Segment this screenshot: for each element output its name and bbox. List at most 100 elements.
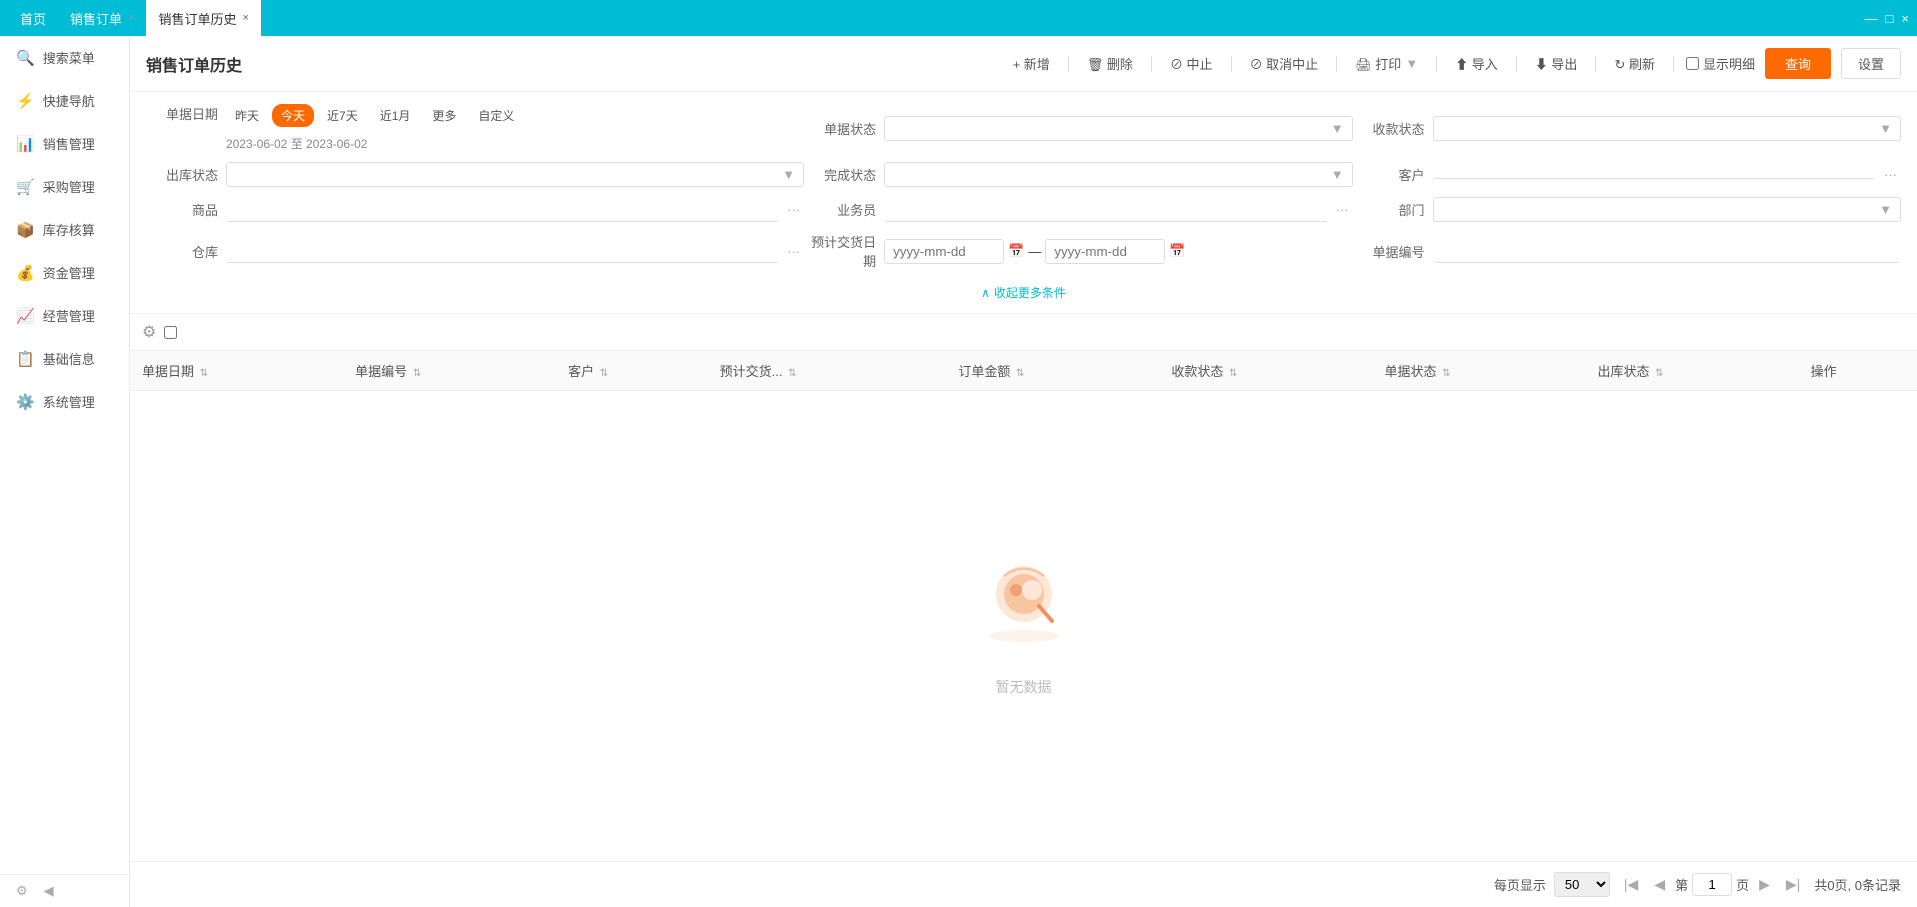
out-status-select[interactable]: ▼ (226, 162, 804, 187)
out-status-arrow: ▼ (782, 167, 795, 182)
divider2 (1151, 56, 1152, 72)
date-btn-yesterday[interactable]: 昨天 (226, 104, 268, 127)
sidebar-item-base-info[interactable]: 📋 基础信息 (0, 337, 129, 380)
window-minimize[interactable]: — (1865, 11, 1878, 26)
date-btn-7days[interactable]: 近7天 (318, 104, 367, 127)
order-status-arrow: ▼ (1331, 121, 1344, 136)
sidebar-item-purchase-mgmt[interactable]: 🛒 采购管理 (0, 165, 129, 208)
per-page-select[interactable]: 50 100 200 (1554, 872, 1610, 897)
delete-button[interactable]: 🗑 删除 (1081, 50, 1139, 77)
print-dropdown-icon[interactable]: ▼ (1405, 56, 1418, 71)
purchase-mgmt-icon: 🛒 (16, 178, 35, 196)
sidebar-item-finance[interactable]: 💰 资金管理 (0, 251, 129, 294)
sort-date-icon[interactable]: ⇅ (200, 368, 208, 379)
product-more-icon[interactable]: ··· (783, 202, 804, 217)
page-number-input[interactable] (1692, 873, 1732, 896)
divider8 (1673, 56, 1674, 72)
table-footer: 每页显示 50 100 200 |◀ ◀ 第 页 ▶ ▶| 共0页, 0条记录 (130, 861, 1917, 907)
col-date: 单据日期 ⇅ (130, 351, 343, 391)
search-menu-icon: 🔍 (16, 49, 35, 67)
setting-button[interactable]: 设置 (1841, 48, 1901, 79)
table-header: 单据日期 ⇅ 单据编号 ⇅ 客户 ⇅ 预计交货... (130, 351, 1917, 391)
order-status-select[interactable]: ▼ (884, 116, 1352, 141)
sort-order-status-icon[interactable]: ⇅ (1442, 368, 1450, 379)
sales-person-more-icon[interactable]: ··· (1332, 202, 1353, 217)
collapse-button[interactable]: ∧ 收起更多条件 (981, 284, 1066, 301)
dept-select[interactable]: ▼ (1433, 197, 1901, 222)
import-button[interactable]: ⬆ 导入 (1449, 50, 1504, 77)
close-tab-sales-order[interactable]: × (128, 12, 134, 24)
sidebar-collapse-icon[interactable]: ◀ (44, 883, 54, 899)
sidebar-item-search-menu[interactable]: 🔍 搜索菜单 (0, 36, 129, 79)
next-page-button[interactable]: ▶ (1753, 874, 1776, 895)
order-status-label: 单据状态 (804, 119, 884, 138)
date-btn-1month[interactable]: 近1月 (371, 104, 420, 127)
select-all-checkbox[interactable] (164, 326, 177, 339)
window-close[interactable]: × (1901, 11, 1909, 26)
sort-pay-status-icon[interactable]: ⇅ (1229, 368, 1237, 379)
sales-person-input[interactable] (884, 198, 1327, 222)
date-btn-more[interactable]: 更多 (423, 104, 465, 127)
last-page-button[interactable]: ▶| (1780, 874, 1806, 895)
filter-row-4: 仓库 ··· 预计交货日期 📅 — 📅 (146, 232, 1901, 270)
sort-out-status-icon[interactable]: ⇅ (1655, 368, 1663, 379)
prev-page-button[interactable]: ◀ (1648, 874, 1671, 895)
product-input[interactable] (226, 198, 779, 222)
query-button[interactable]: 查询 (1765, 48, 1831, 79)
sort-delivery-icon[interactable]: ⇅ (788, 368, 796, 379)
cancel-stop-button[interactable]: ⊘ 取消中止 (1244, 50, 1325, 77)
complete-status-select[interactable]: ▼ (884, 162, 1352, 187)
sidebar-item-sys-mgmt[interactable]: ⚙️ 系统管理 (0, 380, 129, 423)
print-button[interactable]: 🖨 打印 ▼ (1349, 50, 1424, 77)
table-toolbar: ⚙ (130, 314, 1917, 351)
cal-icon-end[interactable]: 📅 (1169, 243, 1185, 259)
show-detail-input[interactable] (1686, 57, 1699, 70)
cal-icon-start[interactable]: 📅 (1008, 243, 1024, 259)
top-bar: 首页 销售订单 × 销售订单历史 × — □ × (0, 0, 1917, 36)
show-detail-checkbox[interactable]: 显示明细 (1686, 54, 1755, 73)
sidebar-item-sales-mgmt[interactable]: 📊 销售管理 (0, 122, 129, 165)
col-customer: 客户 ⇅ (556, 351, 708, 391)
sidebar-settings-icon[interactable]: ⚙ (16, 883, 28, 899)
tab-sales-order[interactable]: 销售订单 × (58, 0, 146, 36)
warehouse-more-icon[interactable]: ··· (783, 244, 804, 259)
col-amount: 订单金额 ⇅ (946, 351, 1159, 391)
page-title: 销售订单历史 (146, 52, 242, 76)
table-settings-icon[interactable]: ⚙ (142, 322, 156, 342)
customer-more-icon[interactable]: ··· (1880, 167, 1901, 182)
data-table: 单据日期 ⇅ 单据编号 ⇅ 客户 ⇅ 预计交货... (130, 351, 1917, 391)
complete-status-label: 完成状态 (804, 165, 884, 184)
sort-customer-icon[interactable]: ⇅ (600, 368, 608, 379)
warehouse-input[interactable] (226, 239, 779, 263)
tab-sales-order-history[interactable]: 销售订单历史 × (146, 0, 260, 36)
tab-home[interactable]: 首页 (8, 0, 58, 36)
close-tab-history[interactable]: × (242, 12, 248, 24)
operation-icon: 📈 (16, 307, 35, 325)
empty-text: 暂无数据 (996, 677, 1052, 697)
customer-select[interactable] (1433, 170, 1876, 179)
sidebar-item-inventory[interactable]: 📦 库存核算 (0, 208, 129, 251)
sort-amount-icon[interactable]: ⇅ (1016, 368, 1024, 379)
first-page-button[interactable]: |◀ (1618, 874, 1644, 895)
order-no-input[interactable] (1433, 239, 1901, 263)
stop-button[interactable]: ⊘ 中止 (1164, 50, 1219, 77)
refresh-button[interactable]: ↻ 刷新 (1608, 50, 1661, 77)
export-button[interactable]: ⬇ 导出 (1529, 50, 1584, 77)
sys-mgmt-icon: ⚙️ (16, 393, 35, 411)
pay-status-select[interactable]: ▼ (1433, 116, 1901, 141)
sort-no-icon[interactable]: ⇅ (413, 368, 421, 379)
date-btn-today[interactable]: 今天 (272, 104, 314, 127)
divider4 (1336, 56, 1337, 72)
delivery-date-start[interactable] (884, 239, 1004, 264)
sales-person-label: 业务员 (804, 200, 884, 219)
date-btn-custom[interactable]: 自定义 (469, 104, 523, 127)
top-bar-actions: — □ × (1865, 11, 1909, 26)
sidebar-item-operation[interactable]: 📈 经营管理 (0, 294, 129, 337)
window-maximize[interactable]: □ (1886, 11, 1894, 26)
new-button[interactable]: + 新增 (1007, 50, 1056, 77)
divider3 (1231, 56, 1232, 72)
total-info: 共0页, 0条记录 (1814, 875, 1901, 894)
sidebar-item-quick-nav[interactable]: ⚡ 快捷导航 (0, 79, 129, 122)
table-area: ⚙ 单据日期 ⇅ 单据编号 ⇅ 客户 (130, 314, 1917, 861)
delivery-date-end[interactable] (1045, 239, 1165, 264)
